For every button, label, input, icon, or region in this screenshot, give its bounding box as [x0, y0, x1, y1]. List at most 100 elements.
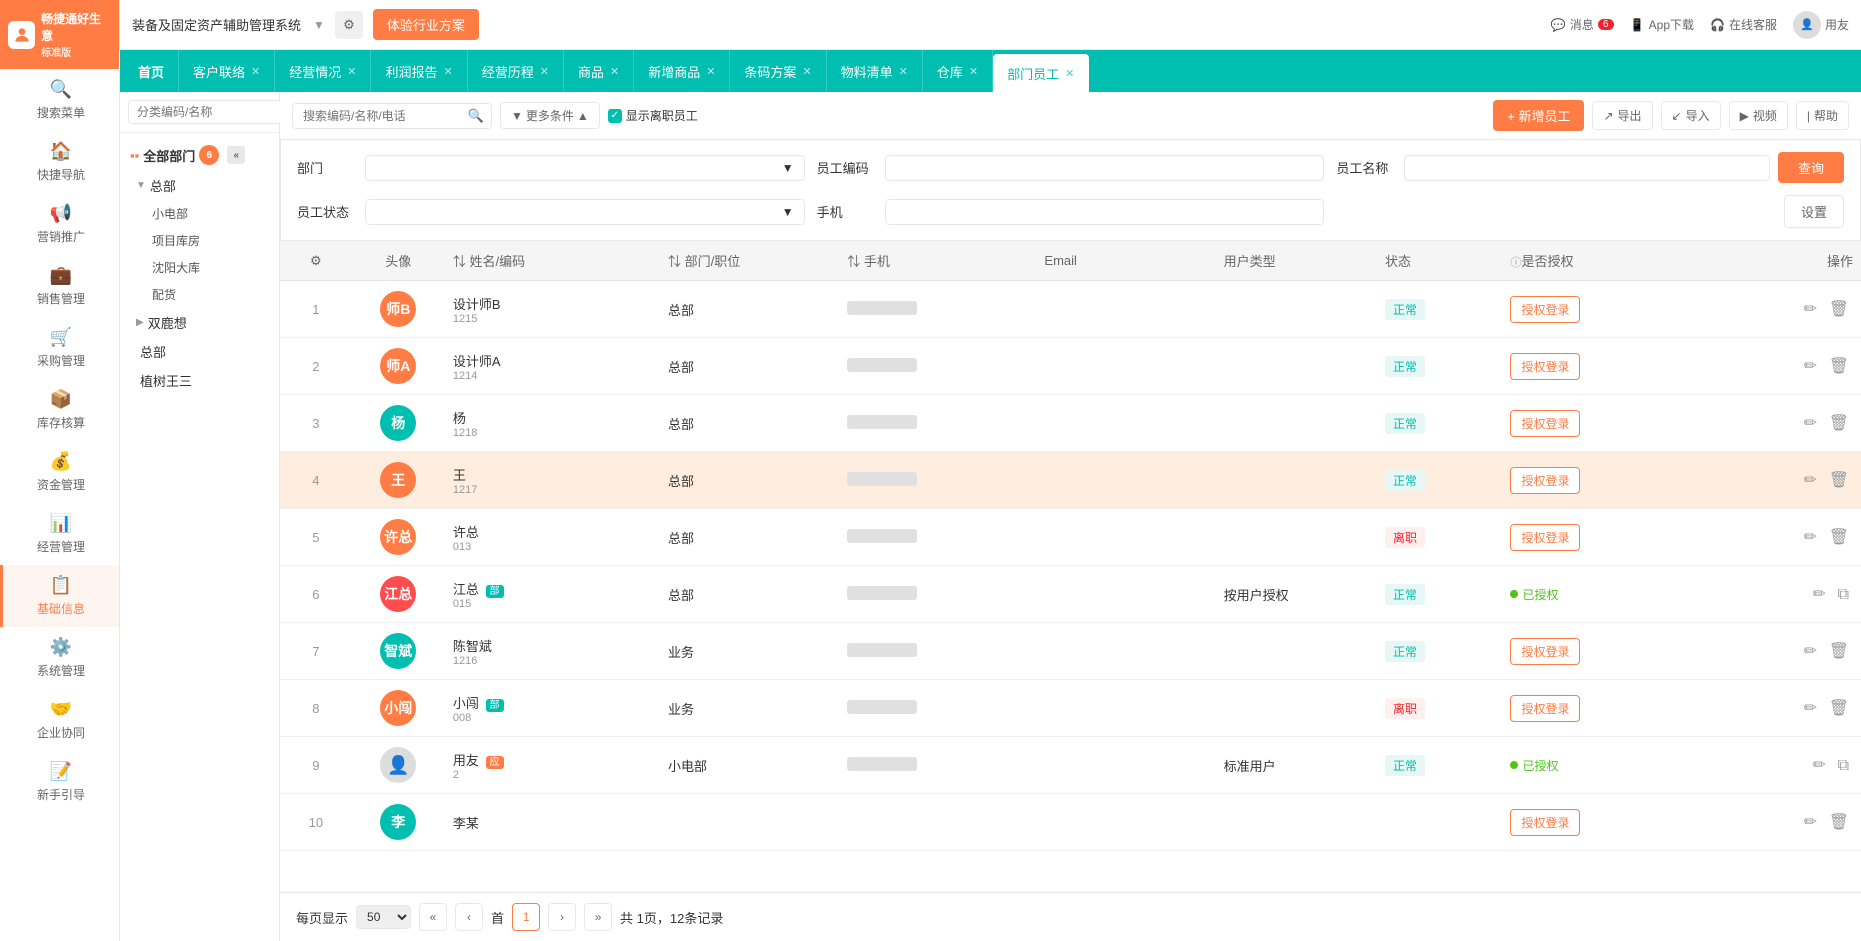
tab-customer[interactable]: 客户联络 ✕ [179, 50, 275, 92]
import-button[interactable]: ↙ 导入 [1661, 101, 1721, 130]
edit-button[interactable]: ✏ [1800, 698, 1821, 719]
dept-shenyang[interactable]: 沈阳大库 [128, 254, 279, 281]
sidebar-item-search[interactable]: 🔍 搜索菜单 [0, 69, 119, 131]
tab-history-close[interactable]: ✕ [540, 65, 549, 78]
th-name[interactable]: ⇅ 姓名/编码 [445, 241, 660, 281]
tab-bom-close[interactable]: ✕ [899, 65, 908, 78]
auth-login-button[interactable]: 授权登录 [1510, 809, 1580, 836]
edit-button[interactable]: ✏ [1800, 470, 1821, 491]
delete-button[interactable]: 🗑 [1825, 698, 1853, 719]
gear-settings-icon[interactable]: ⚙ [310, 253, 322, 268]
dept-collapse-button[interactable]: « [227, 146, 245, 164]
emp-search-input[interactable] [292, 103, 492, 129]
sidebar-item-purchase[interactable]: 🛒 采购管理 [0, 317, 119, 379]
export-button[interactable]: ↗ 导出 [1592, 101, 1652, 130]
sidebar-item-finance[interactable]: 💰 资金管理 [0, 441, 119, 503]
copy-button[interactable]: ⧉ [1834, 584, 1853, 605]
prev-page-button[interactable]: ‹ [455, 903, 483, 931]
delete-button[interactable]: 🗑 [1825, 812, 1853, 833]
copy-button[interactable]: ⧉ [1834, 755, 1853, 776]
tab-add-goods-close[interactable]: ✕ [706, 65, 715, 78]
system-dropdown-icon[interactable]: ▼ [313, 18, 325, 32]
user-menu[interactable]: 👤 用友 [1793, 11, 1849, 39]
first-page-button[interactable]: « [419, 903, 447, 931]
auth-login-button[interactable]: 授权登录 [1510, 695, 1580, 722]
gear-button[interactable]: ⚙ [335, 11, 363, 39]
tab-customer-close[interactable]: ✕ [251, 65, 260, 78]
reset-button[interactable]: 设置 [1784, 195, 1844, 228]
dept-zongbu-header[interactable]: ▼ 总部 [128, 171, 279, 200]
edit-button[interactable]: ✏ [1800, 812, 1821, 833]
more-conditions-button[interactable]: ▼ 更多条件 ▲ [500, 102, 600, 129]
auth-login-button[interactable]: 授权登录 [1510, 296, 1580, 323]
dept-zhishu-header[interactable]: 植树王三 [128, 366, 279, 395]
dept-zongbu2-header[interactable]: 总部 [128, 337, 279, 366]
view-button[interactable]: ▶ 视频 [1729, 101, 1788, 130]
last-page-button[interactable]: » [584, 903, 612, 931]
delete-button[interactable]: 🗑 [1825, 527, 1853, 548]
sidebar-item-basic[interactable]: 📋 基础信息 [0, 565, 119, 627]
edit-button[interactable]: ✏ [1800, 413, 1821, 434]
tab-barcode[interactable]: 条码方案 ✕ [730, 50, 826, 92]
dept-project[interactable]: 项目库房 [128, 227, 279, 254]
next-page-button[interactable]: › [548, 903, 576, 931]
sidebar-item-marketing[interactable]: 📢 营销推广 [0, 193, 119, 255]
tab-profit[interactable]: 利润报告 ✕ [371, 50, 467, 92]
sidebar-item-system[interactable]: ⚙️ 系统管理 [0, 627, 119, 689]
tab-goods[interactable]: 商品 ✕ [564, 50, 634, 92]
sidebar-item-sales[interactable]: 💼 销售管理 [0, 255, 119, 317]
app-download-button[interactable]: 📱 App下载 [1630, 16, 1694, 33]
tab-barcode-close[interactable]: ✕ [802, 65, 811, 78]
message-button[interactable]: 💬 消息 6 [1551, 16, 1614, 33]
per-page-select[interactable]: 50 100 200 [356, 905, 411, 929]
trial-button[interactable]: 体验行业方案 [373, 9, 479, 40]
phone-input[interactable] [885, 199, 1325, 225]
edit-button[interactable]: ✏ [1809, 755, 1830, 776]
dept-shuanglu-header[interactable]: ▶ 双鹿想 [128, 308, 279, 337]
auth-login-button[interactable]: 授权登录 [1510, 638, 1580, 665]
th-dept[interactable]: ⇅ 部门/职位 [660, 241, 839, 281]
sidebar-item-enterprise[interactable]: 🤝 企业协同 [0, 689, 119, 751]
sidebar-item-inventory[interactable]: 📦 库存核算 [0, 379, 119, 441]
emp-status-select[interactable]: ▼ [365, 199, 805, 225]
add-employee-button[interactable]: + 新增员工 [1493, 100, 1584, 131]
tab-profit-close[interactable]: ✕ [444, 65, 453, 78]
dept-all-item[interactable]: ▪▪ 全部部门 6 « [120, 139, 279, 171]
delete-button[interactable]: 🗑 [1825, 299, 1853, 320]
auth-login-button[interactable]: 授权登录 [1510, 467, 1580, 494]
edit-button[interactable]: ✏ [1800, 356, 1821, 377]
query-button[interactable]: 查询 [1778, 152, 1844, 183]
tab-add-goods[interactable]: 新增商品 ✕ [634, 50, 730, 92]
edit-button[interactable]: ✏ [1800, 299, 1821, 320]
tab-employees-close[interactable]: ✕ [1065, 67, 1074, 80]
tab-warehouse-close[interactable]: ✕ [969, 65, 978, 78]
emp-search-icon[interactable]: 🔍 [468, 108, 484, 124]
online-service-button[interactable]: 🎧 在线客服 [1710, 16, 1777, 33]
auth-login-button[interactable]: 授权登录 [1510, 410, 1580, 437]
show-resigned-checkbox[interactable]: ✓ 显示离职员工 [608, 107, 698, 124]
tab-bom[interactable]: 物料清单 ✕ [827, 50, 923, 92]
sidebar-item-guide[interactable]: 📝 新手引导 [0, 751, 119, 813]
help-button[interactable]: | 帮助 [1796, 101, 1849, 130]
dept-search-input[interactable] [128, 100, 301, 124]
delete-button[interactable]: 🗑 [1825, 470, 1853, 491]
emp-code-input[interactable] [885, 155, 1325, 181]
edit-button[interactable]: ✏ [1800, 641, 1821, 662]
delete-button[interactable]: 🗑 [1825, 356, 1853, 377]
sidebar-item-operation[interactable]: 📊 经营管理 [0, 503, 119, 565]
tab-history[interactable]: 经营历程 ✕ [468, 50, 564, 92]
tab-operation-close[interactable]: ✕ [347, 65, 356, 78]
auth-login-button[interactable]: 授权登录 [1510, 524, 1580, 551]
tab-goods-close[interactable]: ✕ [610, 65, 619, 78]
delete-button[interactable]: 🗑 [1825, 413, 1853, 434]
dept-xiaodian[interactable]: 小电部 [128, 200, 279, 227]
tab-warehouse[interactable]: 仓库 ✕ [923, 50, 993, 92]
dept-filter-select[interactable]: ▼ [365, 155, 805, 181]
edit-button[interactable]: ✏ [1800, 527, 1821, 548]
auth-login-button[interactable]: 授权登录 [1510, 353, 1580, 380]
dept-peihuo[interactable]: 配货 [128, 281, 279, 308]
emp-name-input[interactable] [1404, 155, 1770, 181]
tab-operation[interactable]: 经营情况 ✕ [275, 50, 371, 92]
delete-button[interactable]: 🗑 [1825, 641, 1853, 662]
sidebar-item-shortcut[interactable]: 🏠 快捷导航 [0, 131, 119, 193]
